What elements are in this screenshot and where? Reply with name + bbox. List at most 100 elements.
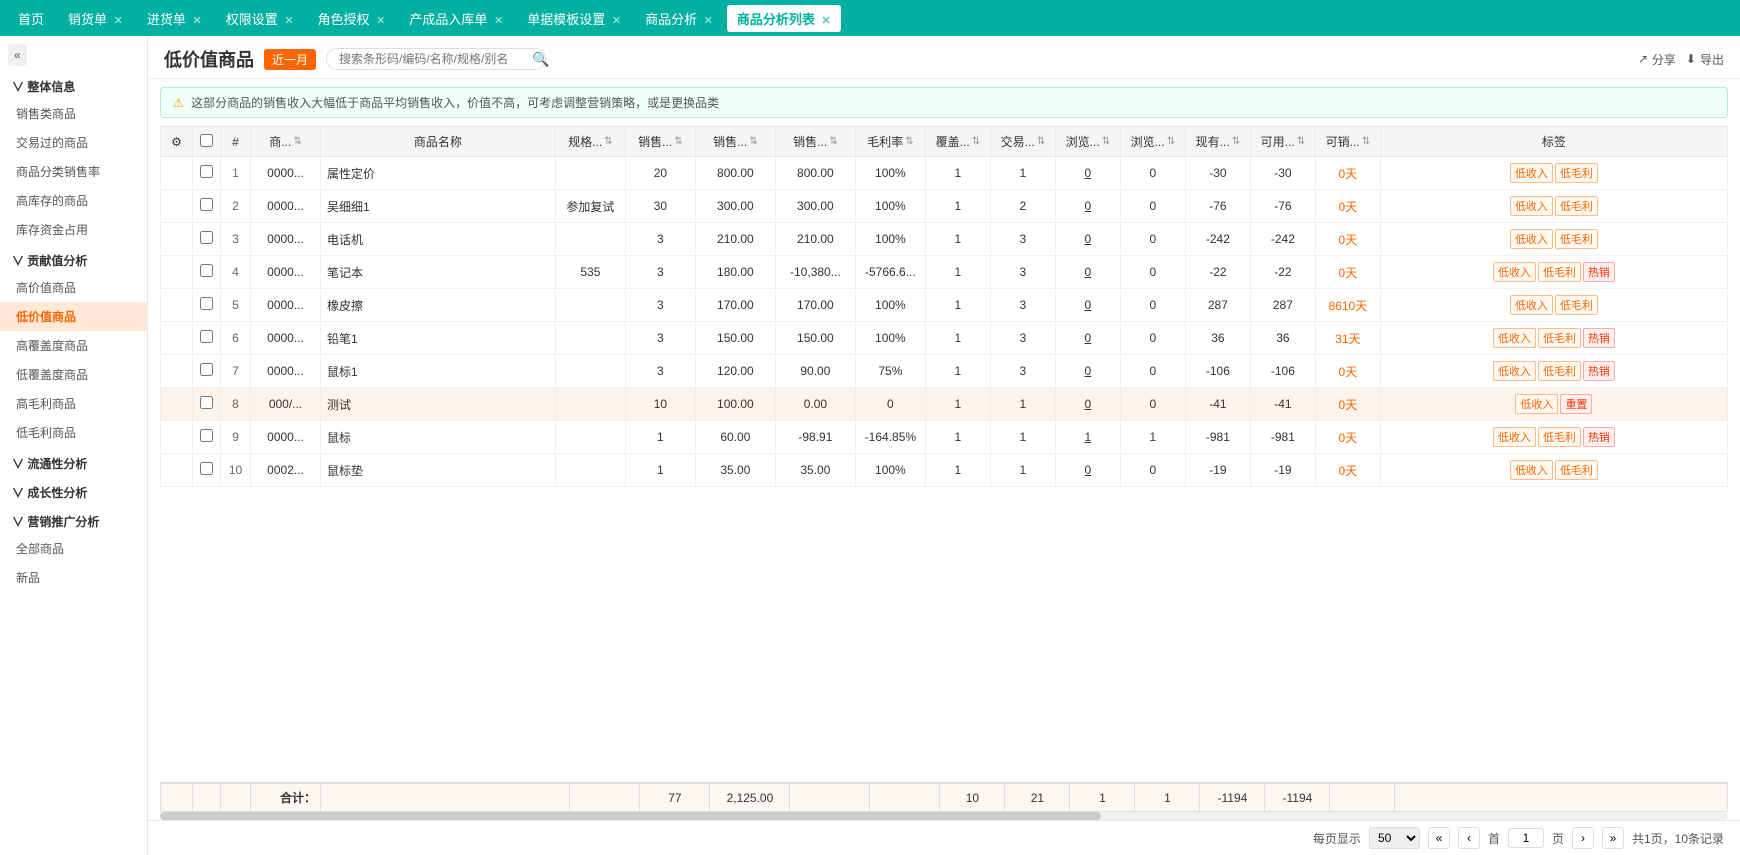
share-button[interactable]: ↗ 分享 [1638, 51, 1676, 68]
search-input[interactable] [326, 48, 546, 70]
row-name[interactable]: 测试 [321, 388, 556, 421]
nav-inbound[interactable]: 产成品入库单 ✕ [399, 5, 513, 32]
row-name[interactable]: 鼠标垫 [321, 454, 556, 487]
checkbox-cell[interactable] [193, 388, 221, 421]
page-input[interactable] [1508, 828, 1544, 848]
next-page-btn[interactable]: › [1572, 827, 1594, 849]
sidebar-item-all-goods[interactable]: 全部商品 [0, 534, 147, 563]
row-browse1[interactable]: 0 [1055, 256, 1120, 289]
sidebar-item-high-value[interactable]: 高价值商品 [0, 273, 147, 302]
browse-link[interactable]: 0 [1085, 166, 1092, 180]
row-browse1[interactable]: 0 [1055, 454, 1120, 487]
sidebar-collapse-btn[interactable]: « [8, 44, 27, 66]
browse-link[interactable]: 0 [1085, 397, 1092, 411]
row-checkbox[interactable] [200, 165, 213, 178]
row-browse1[interactable]: 0 [1055, 355, 1120, 388]
prev-page-btn[interactable]: ‹ [1458, 827, 1480, 849]
nav-roles[interactable]: 角色授权 ✕ [308, 5, 396, 32]
select-all-checkbox[interactable] [200, 134, 213, 147]
nav-home[interactable]: 首页 [8, 5, 54, 32]
nav-templates[interactable]: 单据模板设置 ✕ [517, 5, 631, 32]
sidebar-item-category-rate[interactable]: 商品分类销售率 [0, 157, 147, 186]
col-trade[interactable]: 交易...⇅ [990, 127, 1055, 157]
row-name[interactable]: 吴细细1 [321, 190, 556, 223]
row-browse1[interactable]: 0 [1055, 289, 1120, 322]
row-browse1[interactable]: 0 [1055, 322, 1120, 355]
sidebar-item-traded-goods[interactable]: 交易过的商品 [0, 128, 147, 157]
checkbox-cell[interactable] [193, 454, 221, 487]
checkbox-cell[interactable] [193, 190, 221, 223]
col-coverage[interactable]: 覆盖...⇅ [925, 127, 990, 157]
row-browse1[interactable]: 0 [1055, 223, 1120, 256]
col-sale2[interactable]: 销售...⇅ [695, 127, 775, 157]
browse-link[interactable]: 0 [1085, 298, 1092, 312]
col-stock[interactable]: 现有...⇅ [1185, 127, 1250, 157]
sidebar-item-low-coverage[interactable]: 低覆盖度商品 [0, 360, 147, 389]
last-page-btn[interactable]: » [1602, 827, 1624, 849]
browse-link[interactable]: 0 [1085, 232, 1092, 246]
row-name[interactable]: 橡皮擦 [321, 289, 556, 322]
checkbox-cell[interactable] [193, 157, 221, 190]
row-checkbox[interactable] [200, 396, 213, 409]
browse-link[interactable]: 1 [1085, 430, 1092, 444]
nav-permissions[interactable]: 权限设置 ✕ [216, 5, 304, 32]
table-container[interactable]: ⚙ # 商...⇅ 商品名称 规格...⇅ 销售...⇅ 销售...⇅ 销售..… [148, 126, 1740, 782]
row-checkbox[interactable] [200, 330, 213, 343]
col-settings[interactable]: ⚙ [161, 127, 193, 157]
row-name[interactable]: 笔记本 [321, 256, 556, 289]
period-button[interactable]: 近一月 [264, 49, 316, 70]
row-checkbox[interactable] [200, 297, 213, 310]
col-spec[interactable]: 规格...⇅ [555, 127, 625, 157]
row-browse1[interactable]: 0 [1055, 190, 1120, 223]
sidebar-item-sales-goods[interactable]: 销售类商品 [0, 99, 147, 128]
checkbox-cell[interactable] [193, 421, 221, 454]
col-sale1[interactable]: 销售...⇅ [625, 127, 695, 157]
checkbox-cell[interactable] [193, 322, 221, 355]
col-sellable[interactable]: 可销...⇅ [1315, 127, 1380, 157]
row-checkbox[interactable] [200, 429, 213, 442]
row-browse1[interactable]: 0 [1055, 157, 1120, 190]
row-checkbox[interactable] [200, 264, 213, 277]
browse-link[interactable]: 0 [1085, 199, 1092, 213]
row-browse1[interactable]: 1 [1055, 421, 1120, 454]
checkbox-cell[interactable] [193, 223, 221, 256]
row-checkbox[interactable] [200, 198, 213, 211]
row-name[interactable]: 电话机 [321, 223, 556, 256]
sidebar-item-new-goods[interactable]: 新品 [0, 563, 147, 592]
browse-link[interactable]: 0 [1085, 265, 1092, 279]
row-checkbox[interactable] [200, 231, 213, 244]
checkbox-cell[interactable] [193, 289, 221, 322]
page-size-select[interactable]: 50 100 200 [1369, 827, 1420, 849]
col-avail[interactable]: 可用...⇅ [1250, 127, 1315, 157]
row-browse1[interactable]: 0 [1055, 388, 1120, 421]
col-browse1[interactable]: 浏览...⇅ [1055, 127, 1120, 157]
sidebar-item-high-coverage[interactable]: 高覆盖度商品 [0, 331, 147, 360]
browse-link[interactable]: 0 [1085, 364, 1092, 378]
row-name[interactable]: 属性定价 [321, 157, 556, 190]
nav-analysis[interactable]: 商品分析 ✕ [635, 5, 723, 32]
checkbox-cell[interactable] [193, 256, 221, 289]
col-checkbox[interactable] [193, 127, 221, 157]
col-sale3[interactable]: 销售...⇅ [775, 127, 855, 157]
nav-purchase[interactable]: 进货单 ✕ [137, 5, 212, 32]
row-name[interactable]: 鼠标 [321, 421, 556, 454]
nav-analysis-list[interactable]: 商品分析列表 ✕ [727, 5, 841, 32]
col-name[interactable]: 商品名称 [321, 127, 556, 157]
row-checkbox[interactable] [200, 363, 213, 376]
row-name[interactable]: 鼠标1 [321, 355, 556, 388]
sidebar-item-high-stock[interactable]: 高库存的商品 [0, 186, 147, 215]
sidebar-item-low-margin[interactable]: 低毛利商品 [0, 418, 147, 447]
row-name[interactable]: 铅笔1 [321, 322, 556, 355]
sidebar-item-stock-capital[interactable]: 库存资金占用 [0, 215, 147, 244]
first-page-btn[interactable]: « [1428, 827, 1450, 849]
browse-link[interactable]: 0 [1085, 463, 1092, 477]
checkbox-cell[interactable] [193, 355, 221, 388]
col-margin[interactable]: 毛利率⇅ [855, 127, 925, 157]
export-button[interactable]: ⬇ 导出 [1686, 51, 1724, 68]
nav-sales[interactable]: 销货单 ✕ [58, 5, 133, 32]
sidebar-item-low-value[interactable]: 低价值商品 [0, 302, 147, 331]
row-checkbox[interactable] [200, 462, 213, 475]
col-code[interactable]: 商...⇅ [251, 127, 321, 157]
sidebar-item-high-margin[interactable]: 高毛利商品 [0, 389, 147, 418]
col-browse2[interactable]: 浏览...⇅ [1120, 127, 1185, 157]
